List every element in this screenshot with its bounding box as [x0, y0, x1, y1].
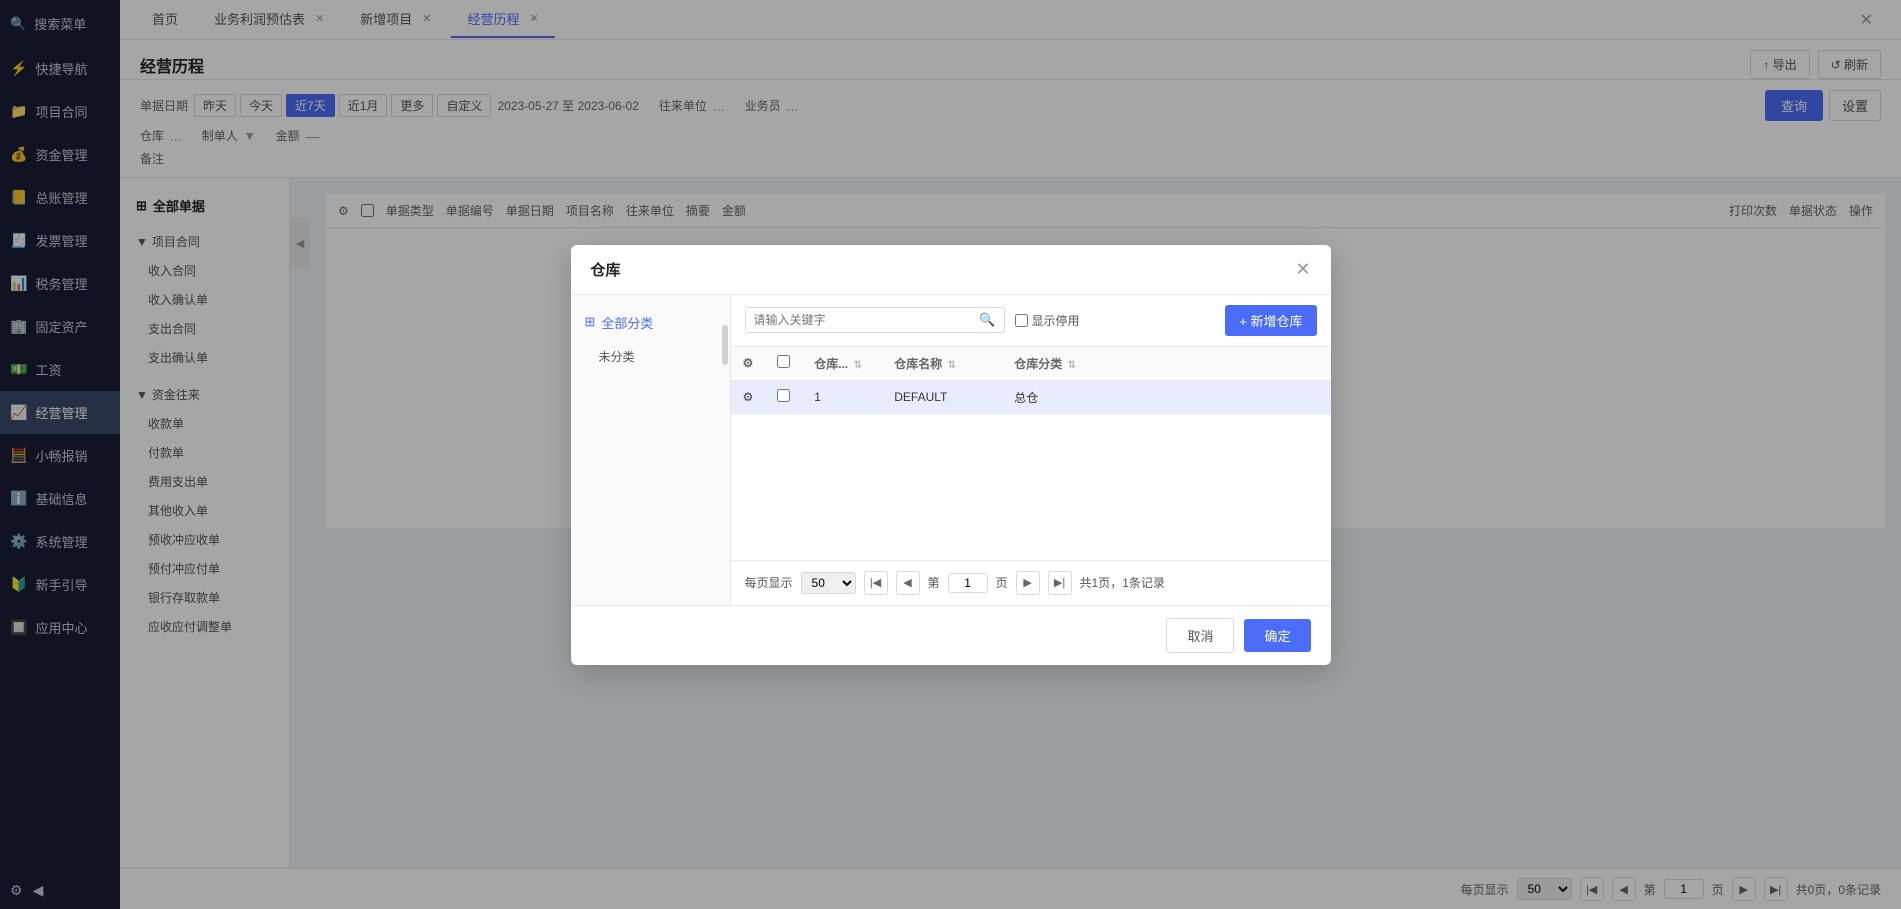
modal-right-panel: 🔍 显示停用 + 新增仓库 ⚙ 仓库...: [731, 295, 1331, 605]
sort-icon-name: ⇅: [948, 360, 956, 371]
warehouse-modal: 仓库 ✕ ⊞ 全部分类 未分类 🔍 显示停用: [571, 245, 1331, 665]
row-check: [765, 380, 802, 414]
confirm-button[interactable]: 确定: [1244, 619, 1310, 652]
search-icon-modal: 🔍: [979, 312, 995, 328]
add-warehouse-button[interactable]: + 新增仓库: [1225, 305, 1316, 336]
col-header-gear: ⚙: [731, 347, 766, 381]
modal-left-scrollbar: [722, 325, 728, 365]
modal-body: ⊞ 全部分类 未分类 🔍 显示停用 + 新增仓库: [571, 295, 1331, 605]
col-header-check: [765, 347, 802, 381]
modal-footer: 取消 确定: [571, 605, 1331, 665]
row-name: 总仓: [1002, 380, 1330, 414]
modal-header: 仓库 ✕: [571, 245, 1331, 295]
modal-category-uncategorized[interactable]: 未分类: [571, 340, 730, 373]
table-select-all-modal[interactable]: [777, 355, 790, 368]
show-disabled-checkbox[interactable]: [1015, 314, 1028, 327]
modal-toolbar: 🔍 显示停用 + 新增仓库: [731, 295, 1331, 347]
col-header-id[interactable]: 仓库... ⇅: [802, 347, 882, 381]
col-header-name[interactable]: 仓库名称 ⇅: [882, 347, 1002, 381]
modal-page-size-select[interactable]: 50 100: [801, 572, 856, 594]
modal-page-suffix: 页: [996, 574, 1008, 591]
col-id-label: 仓库...: [814, 357, 848, 371]
show-disabled-label[interactable]: 显示停用: [1015, 312, 1080, 329]
modal-pagination: 每页显示 50 100 |◀ ◀ 第 页 ▶ ▶| 共1页，1条记录: [731, 560, 1331, 605]
modal-left-panel: ⊞ 全部分类 未分类: [571, 295, 731, 605]
table-row[interactable]: ⚙ 1 DEFAULT 总仓: [731, 380, 1331, 414]
col-header-cat[interactable]: 仓库分类 ⇅: [1002, 347, 1330, 381]
grid-icon-modal: ⊞: [585, 314, 596, 330]
modal-page-text: 第: [928, 574, 940, 591]
warehouse-search-wrap: 🔍: [745, 307, 1005, 333]
modal-all-category[interactable]: ⊞ 全部分类: [571, 305, 730, 340]
col-cat-label: 仓库分类: [1014, 357, 1062, 371]
all-category-label: 全部分类: [601, 313, 653, 332]
row-code: DEFAULT: [882, 380, 1002, 414]
warehouse-search-input[interactable]: [754, 313, 980, 327]
modal-prev-page[interactable]: ◀: [896, 571, 920, 595]
show-disabled-text: 显示停用: [1032, 312, 1080, 329]
modal-total-label: 共1页，1条记录: [1080, 574, 1165, 591]
modal-page-input[interactable]: [948, 573, 988, 593]
row-checkbox[interactable]: [777, 389, 790, 402]
modal-next-page[interactable]: ▶: [1016, 571, 1040, 595]
sort-icon-cat: ⇅: [1068, 360, 1076, 371]
modal-close-button[interactable]: ✕: [1295, 259, 1310, 280]
modal-warehouse-table: ⚙ 仓库... ⇅ 仓库名称 ⇅ 仓库分类: [731, 347, 1331, 560]
col-name-label: 仓库名称: [894, 357, 942, 371]
modal-title: 仓库: [591, 259, 621, 280]
sort-icon-id: ⇅: [854, 360, 862, 371]
modal-last-page[interactable]: ▶|: [1048, 571, 1072, 595]
row-gear: ⚙: [731, 380, 766, 414]
row-id: 1: [802, 380, 882, 414]
modal-first-page[interactable]: |◀: [864, 571, 888, 595]
cancel-button[interactable]: 取消: [1166, 618, 1234, 653]
modal-page-size-label: 每页显示: [745, 574, 793, 591]
